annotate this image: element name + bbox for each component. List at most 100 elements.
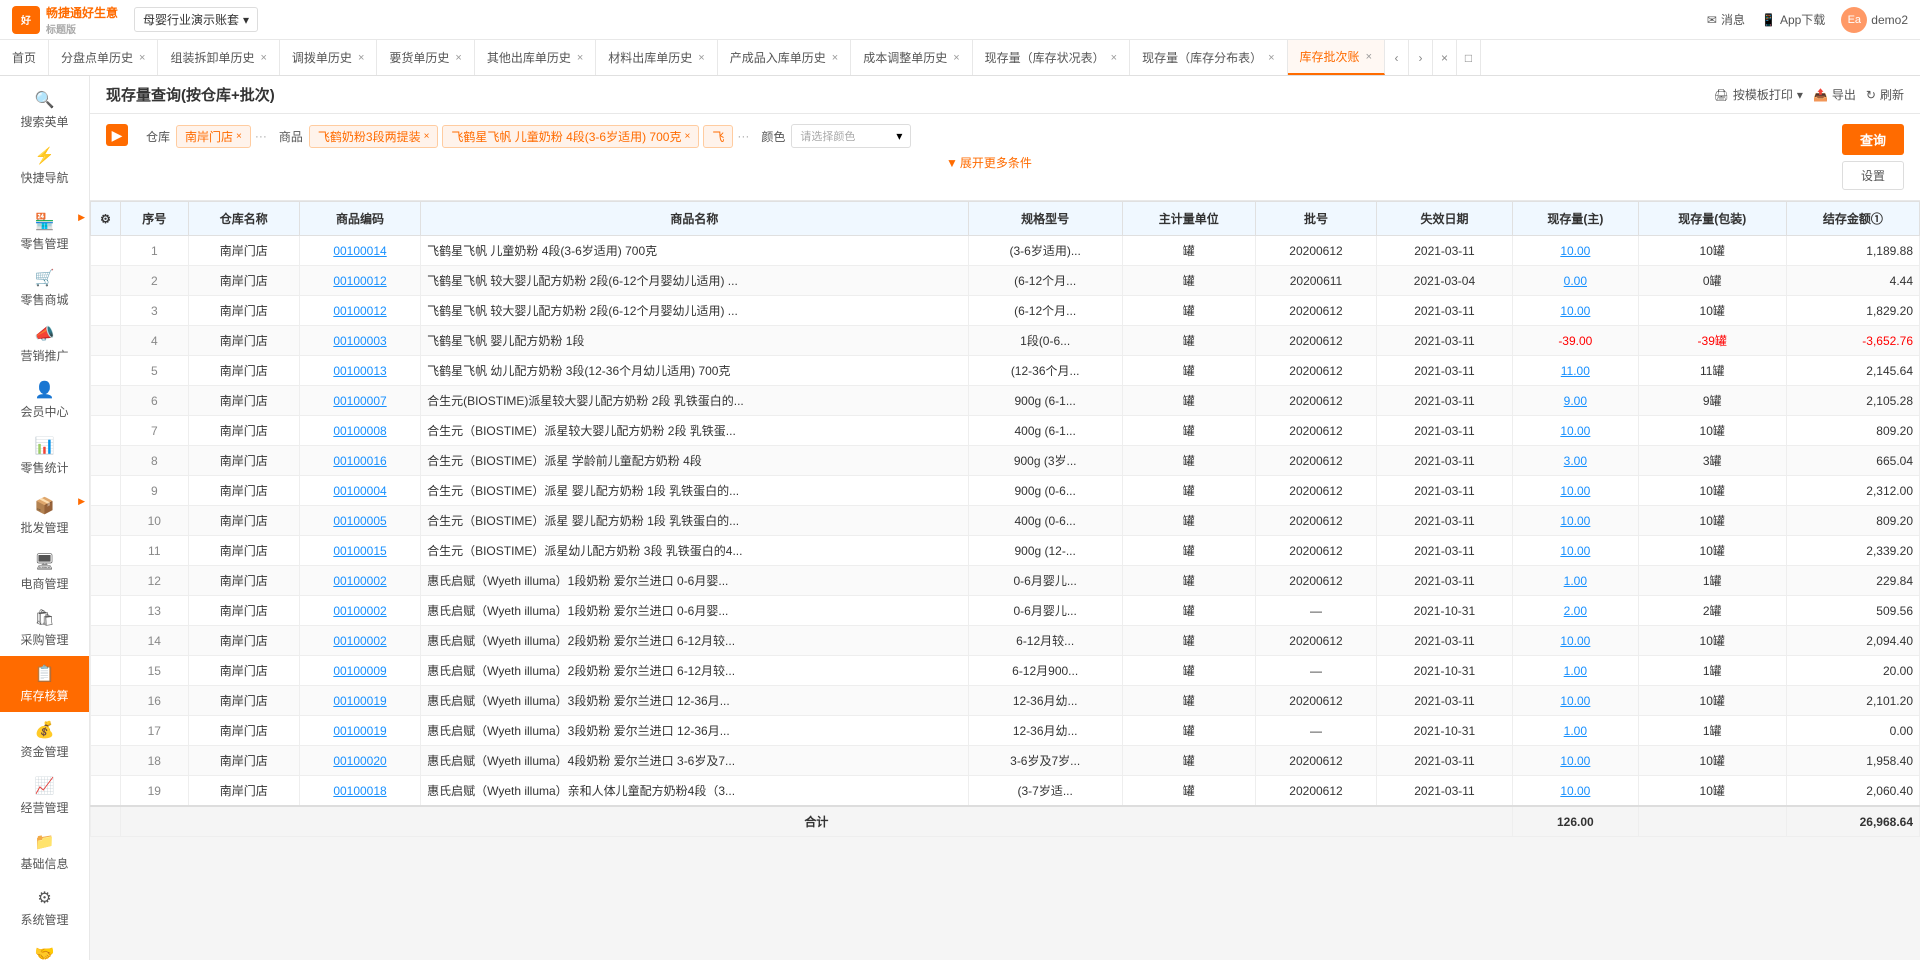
cell-stock-main[interactable]: 10.00 <box>1512 746 1638 776</box>
sidebar-item-base[interactable]: 📁 基础信息 <box>0 824 89 880</box>
tab-split[interactable]: 分盘点单历史 × <box>49 40 158 75</box>
cell-code[interactable]: 00100002 <box>299 626 420 656</box>
sidebar-item-system[interactable]: ⚙ 系统管理 <box>0 880 89 936</box>
product-tag-close-1[interactable]: × <box>684 131 690 142</box>
user-avatar[interactable]: Ea demo2 <box>1841 7 1908 33</box>
org-selector[interactable]: 母婴行业演示账套 ▾ <box>134 7 258 32</box>
tab-material-out[interactable]: 材料出库单历史 × <box>596 40 717 75</box>
sidebar-item-member[interactable]: 👤 会员中心 <box>0 372 89 428</box>
warehouse-tag-0[interactable]: 南岸门店 × <box>176 125 251 148</box>
tab-mix[interactable]: 调拨单历史 × <box>280 40 377 75</box>
cell-stock-main[interactable]: 10.00 <box>1512 296 1638 326</box>
product-tag-more[interactable]: 飞 <box>703 125 733 148</box>
tab-close-request[interactable]: × <box>455 52 461 64</box>
sidebar-item-search[interactable]: 🔍 搜索英单 <box>0 82 89 138</box>
tab-other-out[interactable]: 其他出库单历史 × <box>475 40 596 75</box>
tab-home[interactable]: 首页 <box>0 40 49 75</box>
tab-close-stock-dist[interactable]: × <box>1268 52 1274 64</box>
cell-code[interactable]: 00100008 <box>299 416 420 446</box>
sidebar-item-nav[interactable]: ⚡ 快捷导航 <box>0 138 89 194</box>
sidebar-item-retail[interactable]: 🏪 零售管理 ▶ <box>0 204 89 260</box>
cell-code[interactable]: 00100013 <box>299 356 420 386</box>
refresh-btn[interactable]: ↻ 刷新 <box>1866 86 1904 103</box>
tab-close-stock-status[interactable]: × <box>1111 52 1117 64</box>
tab-close-split[interactable]: × <box>139 52 145 64</box>
cell-code[interactable]: 00100002 <box>299 596 420 626</box>
cell-stock-main[interactable]: 1.00 <box>1512 656 1638 686</box>
product-tag-1[interactable]: 飞鹤星飞帆 儿童奶粉 4段(3-6岁适用) 700克 × <box>442 125 699 148</box>
cell-stock-main[interactable]: 10.00 <box>1512 506 1638 536</box>
messages-btn[interactable]: ✉ 消息 <box>1707 11 1745 28</box>
cell-code[interactable]: 00100015 <box>299 536 420 566</box>
cell-stock-main[interactable]: 0.00 <box>1512 266 1638 296</box>
tab-close-all[interactable]: × <box>1433 40 1457 75</box>
expand-more-btn[interactable]: ▼ 展开更多条件 <box>146 154 1832 171</box>
sidebar-item-purchase[interactable]: 🛍 采购管理 <box>0 600 89 656</box>
query-btn[interactable]: 查询 <box>1842 124 1904 155</box>
cell-stock-main[interactable]: 10.00 <box>1512 776 1638 807</box>
tab-close-mix[interactable]: × <box>358 52 364 64</box>
cell-code[interactable]: 00100005 <box>299 506 420 536</box>
cell-code[interactable]: 00100020 <box>299 746 420 776</box>
warehouse-ellipsis[interactable]: ··· <box>255 129 267 143</box>
cell-code[interactable]: 00100016 <box>299 446 420 476</box>
product-tag-0[interactable]: 飞鹤奶粉3段两提装 × <box>309 125 439 148</box>
print-btn[interactable]: 🖨 按模板打印 ▾ <box>1714 86 1803 103</box>
cell-code[interactable]: 00100014 <box>299 236 420 266</box>
cell-stock-main[interactable]: 10.00 <box>1512 626 1638 656</box>
cell-code[interactable]: 00100007 <box>299 386 420 416</box>
sidebar-item-marketing[interactable]: 📣 营销推广 <box>0 316 89 372</box>
cell-code[interactable]: 00100012 <box>299 266 420 296</box>
expand-arrow-btn[interactable]: ▶ <box>106 124 128 146</box>
cell-stock-main[interactable]: 10.00 <box>1512 416 1638 446</box>
color-selector[interactable]: 请选择颜色 ▾ <box>791 124 911 148</box>
cell-code[interactable]: 00100009 <box>299 656 420 686</box>
tab-request[interactable]: 要货单历史 × <box>377 40 474 75</box>
tab-close-other-out[interactable]: × <box>577 52 583 64</box>
product-ellipsis[interactable]: ··· <box>737 129 749 143</box>
tab-close-cost-adjust[interactable]: × <box>953 52 959 64</box>
cell-stock-main[interactable]: 3.00 <box>1512 446 1638 476</box>
cell-code[interactable]: 00100012 <box>299 296 420 326</box>
cell-stock-main[interactable]: 11.00 <box>1512 356 1638 386</box>
cell-stock-main[interactable]: 1.00 <box>1512 566 1638 596</box>
cell-stock-main[interactable]: 2.00 <box>1512 596 1638 626</box>
tab-nav-prev[interactable]: ‹ <box>1385 40 1409 75</box>
cell-code[interactable]: 00100018 <box>299 776 420 807</box>
cell-code[interactable]: 00100019 <box>299 686 420 716</box>
tab-product-in[interactable]: 产成品入库单历史 × <box>718 40 851 75</box>
tab-close-product-in[interactable]: × <box>832 52 838 64</box>
tab-close-material-out[interactable]: × <box>698 52 704 64</box>
cell-stock-main[interactable]: 10.00 <box>1512 536 1638 566</box>
sidebar-item-retail-shop[interactable]: 🛒 零售商城 <box>0 260 89 316</box>
sidebar-item-finance[interactable]: 💰 资金管理 <box>0 712 89 768</box>
cell-stock-main[interactable]: 1.00 <box>1512 716 1638 746</box>
cell-stock-main[interactable]: 9.00 <box>1512 386 1638 416</box>
cell-stock-main[interactable]: 10.00 <box>1512 236 1638 266</box>
setting-btn[interactable]: 设置 <box>1842 161 1904 190</box>
tab-nav-next[interactable]: › <box>1409 40 1433 75</box>
th-settings[interactable]: ⚙ <box>91 202 121 236</box>
export-btn[interactable]: 📤 导出 <box>1813 86 1856 103</box>
app-download-btn[interactable]: 📱 App下载 <box>1761 11 1825 28</box>
cell-code[interactable]: 00100002 <box>299 566 420 596</box>
tab-disassemble[interactable]: 组装拆卸单历史 × <box>158 40 279 75</box>
warehouse-tag-close-0[interactable]: × <box>236 131 242 142</box>
cell-code[interactable]: 00100003 <box>299 326 420 356</box>
sidebar-item-ecom[interactable]: 🖥 电商管理 <box>0 544 89 600</box>
cell-stock-main[interactable]: 10.00 <box>1512 686 1638 716</box>
cell-stock-main[interactable]: -39.00 <box>1512 326 1638 356</box>
tab-stock-dist[interactable]: 现存量（库存分布表） × <box>1130 40 1287 75</box>
sidebar-item-inventory[interactable]: 📋 库存核算 <box>0 656 89 712</box>
sidebar-item-operation[interactable]: 📈 经营管理 <box>0 768 89 824</box>
product-tag-close-0[interactable]: × <box>424 131 430 142</box>
cell-stock-main[interactable]: 10.00 <box>1512 476 1638 506</box>
tab-cost-adjust[interactable]: 成本调整单历史 × <box>851 40 972 75</box>
tab-stock-status[interactable]: 现存量（库存状况表） × <box>973 40 1130 75</box>
sidebar-item-corp[interactable]: 🤝 企业协同 <box>0 936 89 960</box>
sidebar-item-retail-stat[interactable]: 📊 零售统计 <box>0 428 89 484</box>
cell-code[interactable]: 00100004 <box>299 476 420 506</box>
sidebar-item-wholesale[interactable]: 📦 批发管理 ▶ <box>0 488 89 544</box>
cell-code[interactable]: 00100019 <box>299 716 420 746</box>
tab-close-batch-account[interactable]: × <box>1366 51 1372 63</box>
